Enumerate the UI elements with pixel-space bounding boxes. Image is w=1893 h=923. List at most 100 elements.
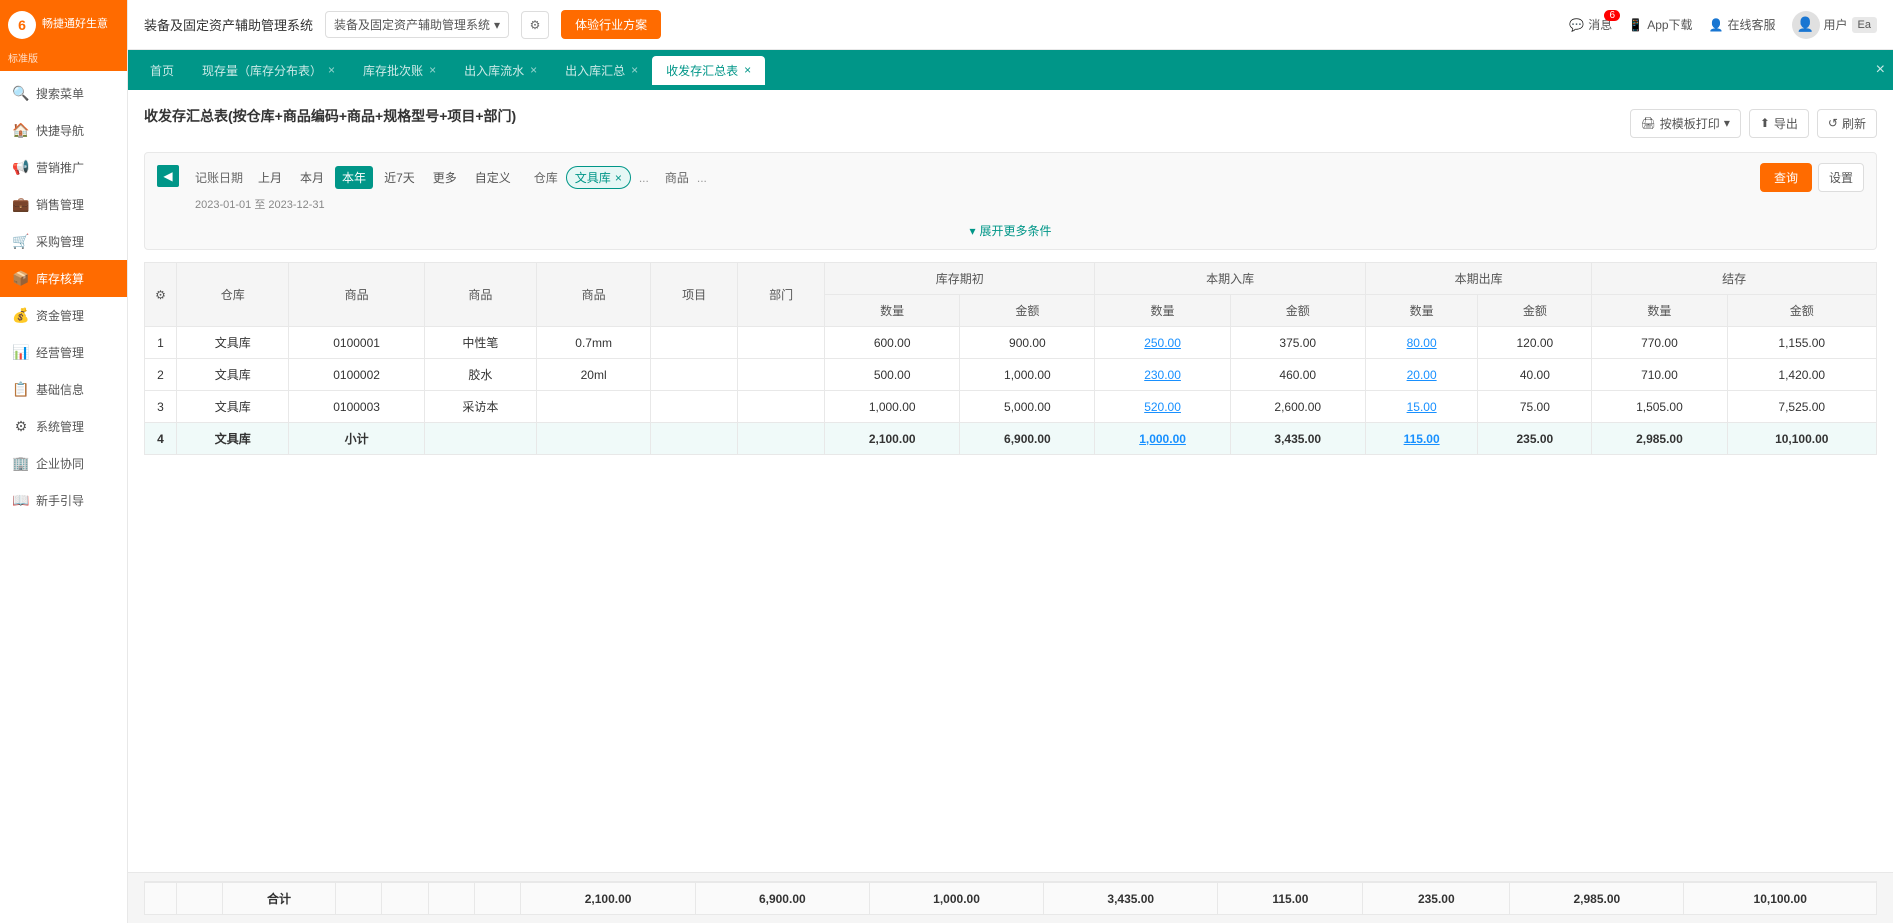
warehouse-more-icon[interactable]: ... [639,171,649,185]
row-out-amt: 75.00 [1478,391,1592,423]
goods-filter-section: 商品 ... [665,169,707,186]
app-download-button[interactable]: 📱 App下载 [1628,16,1692,33]
sidebar-item-marketing[interactable]: 📢 营销推广 [0,149,127,186]
row-seq: 3 [145,391,177,423]
logo-icon: 6 [8,11,36,39]
export-button[interactable]: ⬆ 导出 [1749,109,1809,138]
tab-close-icon[interactable]: × [429,64,436,76]
tab-close-icon[interactable]: × [631,64,638,76]
settings-button[interactable]: ⚙ [521,11,549,39]
app-download-label: App下载 [1647,16,1692,33]
row-in-qty[interactable]: 250.00 [1095,327,1230,359]
page-content: 收发存汇总表(按仓库+商品编码+商品+规格型号+项目+部门) 🖨 按模板打印 ▾… [128,90,1893,872]
row-goods-spec: 20ml [537,359,651,391]
warehouse-goods-filter: 仓库 文具库 × ... 商品 ... [534,166,1744,189]
logo-text: 畅捷通好生意 [42,17,108,32]
date-filter-section: 记账日期 上月 本月 本年 近7天 更多 自定义 [195,166,518,189]
col-opening-group: 库存期初 [825,263,1095,295]
home-icon: 🏠 [12,122,30,139]
col-out-qty: 数量 [1365,295,1478,327]
tab-home[interactable]: 首页 [136,56,188,85]
close-all-tabs-button[interactable]: × [1876,61,1885,79]
date-custom-btn[interactable]: 自定义 [468,166,518,189]
subtotal-in-qty[interactable]: 1,000.00 [1095,423,1230,455]
sidebar-item-quick-nav[interactable]: 🏠 快捷导航 [0,112,127,149]
sidebar-item-purchase[interactable]: 🛒 采购管理 [0,223,127,260]
sidebar-item-sales[interactable]: 💼 销售管理 [0,186,127,223]
date-this-month-btn[interactable]: 本月 [293,166,331,189]
col-warehouse: 仓库 [177,263,289,327]
row-in-amt: 460.00 [1230,359,1365,391]
col-goods-name: 商品 [424,263,536,327]
filter-main: 记账日期 上月 本月 本年 近7天 更多 自定义 [195,163,1864,212]
download-icon: 📱 [1628,18,1643,32]
settings-btn[interactable]: 设置 [1818,163,1864,192]
query-button[interactable]: 查询 [1760,163,1812,192]
sidebar-item-finance[interactable]: 💰 资金管理 [0,297,127,334]
bottom-total-bar: 合计 2,100.00 6,900.00 1,000.00 3,435.00 1… [128,872,1893,923]
row-out-qty[interactable]: 20.00 [1365,359,1478,391]
sidebar-item-enterprise[interactable]: 🏢 企业协同 [0,445,127,482]
date-more-btn[interactable]: 更多 [426,166,464,189]
warehouse-tag-remove[interactable]: × [615,171,622,185]
sidebar-logo: 6 畅捷通好生意 [0,0,127,50]
sidebar-item-label: 库存核算 [36,270,84,287]
row-in-amt: 375.00 [1230,327,1365,359]
table-row: 2 文具库 0100002 胶水 20ml 500.00 1,000.00 23… [145,359,1877,391]
print-template-button[interactable]: 🖨 按模板打印 ▾ [1630,109,1741,138]
total-balance-amt: 10,100.00 [1684,882,1877,915]
col-period-in-group: 本期入库 [1095,263,1365,295]
sidebar-item-search[interactable]: 🔍 搜索菜单 [0,75,127,112]
date-this-year-btn[interactable]: 本年 [335,166,373,189]
date-last-month-btn[interactable]: 上月 [251,166,289,189]
tab-inventory-dist[interactable]: 现存量（库存分布表） × [188,56,349,85]
sidebar-item-base-info[interactable]: 📋 基础信息 [0,371,127,408]
sidebar-nav: 🔍 搜索菜单 🏠 快捷导航 📢 营销推广 💼 销售管理 🛒 采购管理 📦 库存核… [0,71,127,923]
row-goods-spec: 0.7mm [537,327,651,359]
row-in-qty[interactable]: 520.00 [1095,391,1230,423]
col-in-qty: 数量 [1095,295,1230,327]
sidebar-item-label: 经营管理 [36,344,84,361]
goods-more-icon[interactable]: ... [697,171,707,185]
online-support-button[interactable]: 👤 在线客服 [1709,16,1776,33]
subtotal-balance-qty: 2,985.00 [1592,423,1727,455]
row-out-qty[interactable]: 80.00 [1365,327,1478,359]
table-row: 3 文具库 0100003 采访本 1,000.00 5,000.00 520.… [145,391,1877,423]
tab-receipt-summary[interactable]: 收发存汇总表 × [652,56,765,85]
tab-close-icon[interactable]: × [744,64,751,76]
sidebar-item-operations[interactable]: 📊 经营管理 [0,334,127,371]
tab-label: 现存量（库存分布表） [202,62,322,79]
tab-close-icon[interactable]: × [530,64,537,76]
total-out-amt: 235.00 [1363,882,1510,915]
data-table: ⚙ 仓库 商品 商品 商品 项目 部门 库存期初 本期入库 本期出库 结存 数量 [144,262,1877,455]
total-in-amt: 3,435.00 [1044,882,1218,915]
system-dropdown[interactable]: 装备及固定资产辅助管理系统 ▾ [325,11,509,38]
tab-close-icon[interactable]: × [328,64,335,76]
expand-conditions-button[interactable]: ▾ 展开更多条件 [969,222,1051,239]
sidebar-item-system[interactable]: ⚙ 系统管理 [0,408,127,445]
refresh-button[interactable]: ↺ 刷新 [1817,109,1877,138]
warehouse-filter-tag[interactable]: 文具库 × [566,166,631,189]
trial-button[interactable]: 体验行业方案 [561,10,661,39]
expand-filter-row: ▾ 展开更多条件 [157,222,1864,239]
collapse-filter-button[interactable]: ◀ [157,165,179,187]
user-menu[interactable]: 👤 用户 Ea [1792,11,1877,39]
row-out-amt: 120.00 [1478,327,1592,359]
row-in-qty[interactable]: 230.00 [1095,359,1230,391]
message-button[interactable]: 💬 消息 6 [1569,16,1612,33]
row-out-qty[interactable]: 15.00 [1365,391,1478,423]
header-right: 💬 消息 6 📱 App下载 👤 在线客服 👤 用户 Ea [1569,11,1877,39]
date-7days-btn[interactable]: 近7天 [377,166,422,189]
tab-inout-summary[interactable]: 出入库汇总 × [551,56,652,85]
subtotal-out-qty[interactable]: 115.00 [1365,423,1478,455]
printer-icon: 🖨 [1641,116,1656,130]
sidebar-item-label: 销售管理 [36,196,84,213]
user-label: 用户 [1824,16,1848,33]
tab-inout-flow[interactable]: 出入库流水 × [450,56,551,85]
operations-icon: 📊 [12,344,30,361]
sidebar-item-inventory[interactable]: 📦 库存核算 [0,260,127,297]
subtotal-opening-qty: 2,100.00 [825,423,960,455]
tab-batch-ledger[interactable]: 库存批次账 × [349,56,450,85]
table-settings-col[interactable]: ⚙ [145,263,177,327]
sidebar-item-guide[interactable]: 📖 新手引导 [0,482,127,519]
